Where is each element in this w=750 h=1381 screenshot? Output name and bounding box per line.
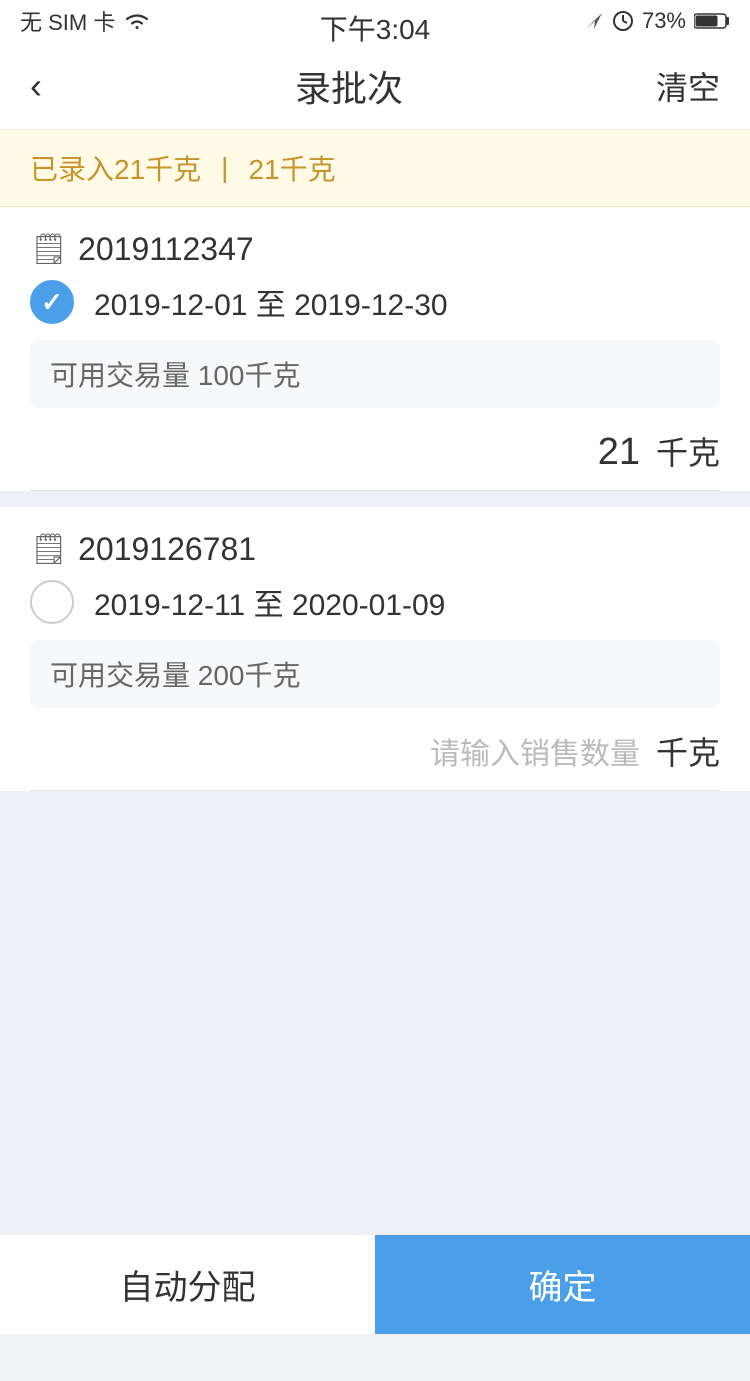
batch2-unit: 千克 (656, 728, 720, 774)
status-time: 下午3:04 (320, 8, 431, 48)
battery-icon (694, 12, 730, 30)
batch2-date: 2019-12-11 至 2020-01-09 (94, 580, 445, 624)
sim-label: 无 SIM 卡 (20, 5, 115, 37)
bottom-bar: 自动分配 确定 (0, 1234, 750, 1334)
recorded-label: 已录入21千克 (30, 148, 201, 188)
batch2-avail: 可用交易量 200千克 (30, 640, 720, 708)
batch-card-1: 🗒 2019112347 2019-12-01 至 2019-12-30 可用交… (0, 207, 750, 491)
nav-bar: ‹ 录批次 清空 (0, 42, 750, 130)
batch2-date-row[interactable]: 2019-12-11 至 2020-01-09 (30, 580, 720, 624)
page-title: 录批次 (295, 60, 403, 112)
info-banner: 已录入21千克 | 21千克 (0, 130, 750, 207)
batch-card-2: 🗒 2019126781 2019-12-11 至 2020-01-09 可用交… (0, 507, 750, 791)
batch1-avail: 可用交易量 100千克 (30, 340, 720, 408)
main-content: 🗒 2019112347 2019-12-01 至 2019-12-30 可用交… (0, 207, 750, 1381)
confirm-button[interactable]: 确定 (375, 1235, 750, 1334)
batch2-id: 2019126781 (78, 531, 256, 568)
location-icon (584, 11, 604, 31)
batch1-unit: 千克 (656, 428, 720, 474)
wifi-icon (123, 11, 151, 31)
status-left: 无 SIM 卡 (20, 5, 151, 37)
batch1-date: 2019-12-01 至 2019-12-30 (94, 280, 448, 324)
back-button[interactable]: ‹ (30, 65, 42, 107)
batch1-id-icon: 🗒 (30, 232, 68, 267)
banner-amount: 21千克 (248, 148, 335, 188)
batch2-id-icon: 🗒 (30, 532, 68, 567)
battery-label: 73% (642, 8, 686, 34)
batch1-amount-row: 千克 (0, 408, 750, 490)
clock-icon (612, 10, 634, 32)
batch1-id: 2019112347 (78, 231, 254, 268)
banner-divider: | (221, 152, 228, 184)
batch1-date-row[interactable]: 2019-12-01 至 2019-12-30 (30, 280, 720, 324)
empty-area (0, 791, 750, 1281)
batch1-amount-input[interactable] (520, 431, 640, 474)
status-bar: 无 SIM 卡 下午3:04 73% (0, 0, 750, 42)
batch1-id-row: 🗒 2019112347 (30, 231, 720, 268)
card-separator-1 (0, 491, 750, 507)
batch2-amount-placeholder: 请输入销售数量 (30, 729, 640, 773)
batch1-radio[interactable] (30, 280, 74, 324)
batch2-radio[interactable] (30, 580, 74, 624)
auto-assign-button[interactable]: 自动分配 (0, 1235, 375, 1334)
clear-button[interactable]: 清空 (656, 63, 720, 109)
batch2-id-row: 🗒 2019126781 (30, 531, 720, 568)
status-right: 73% (584, 8, 730, 34)
batch2-amount-row: 请输入销售数量 千克 (0, 708, 750, 790)
